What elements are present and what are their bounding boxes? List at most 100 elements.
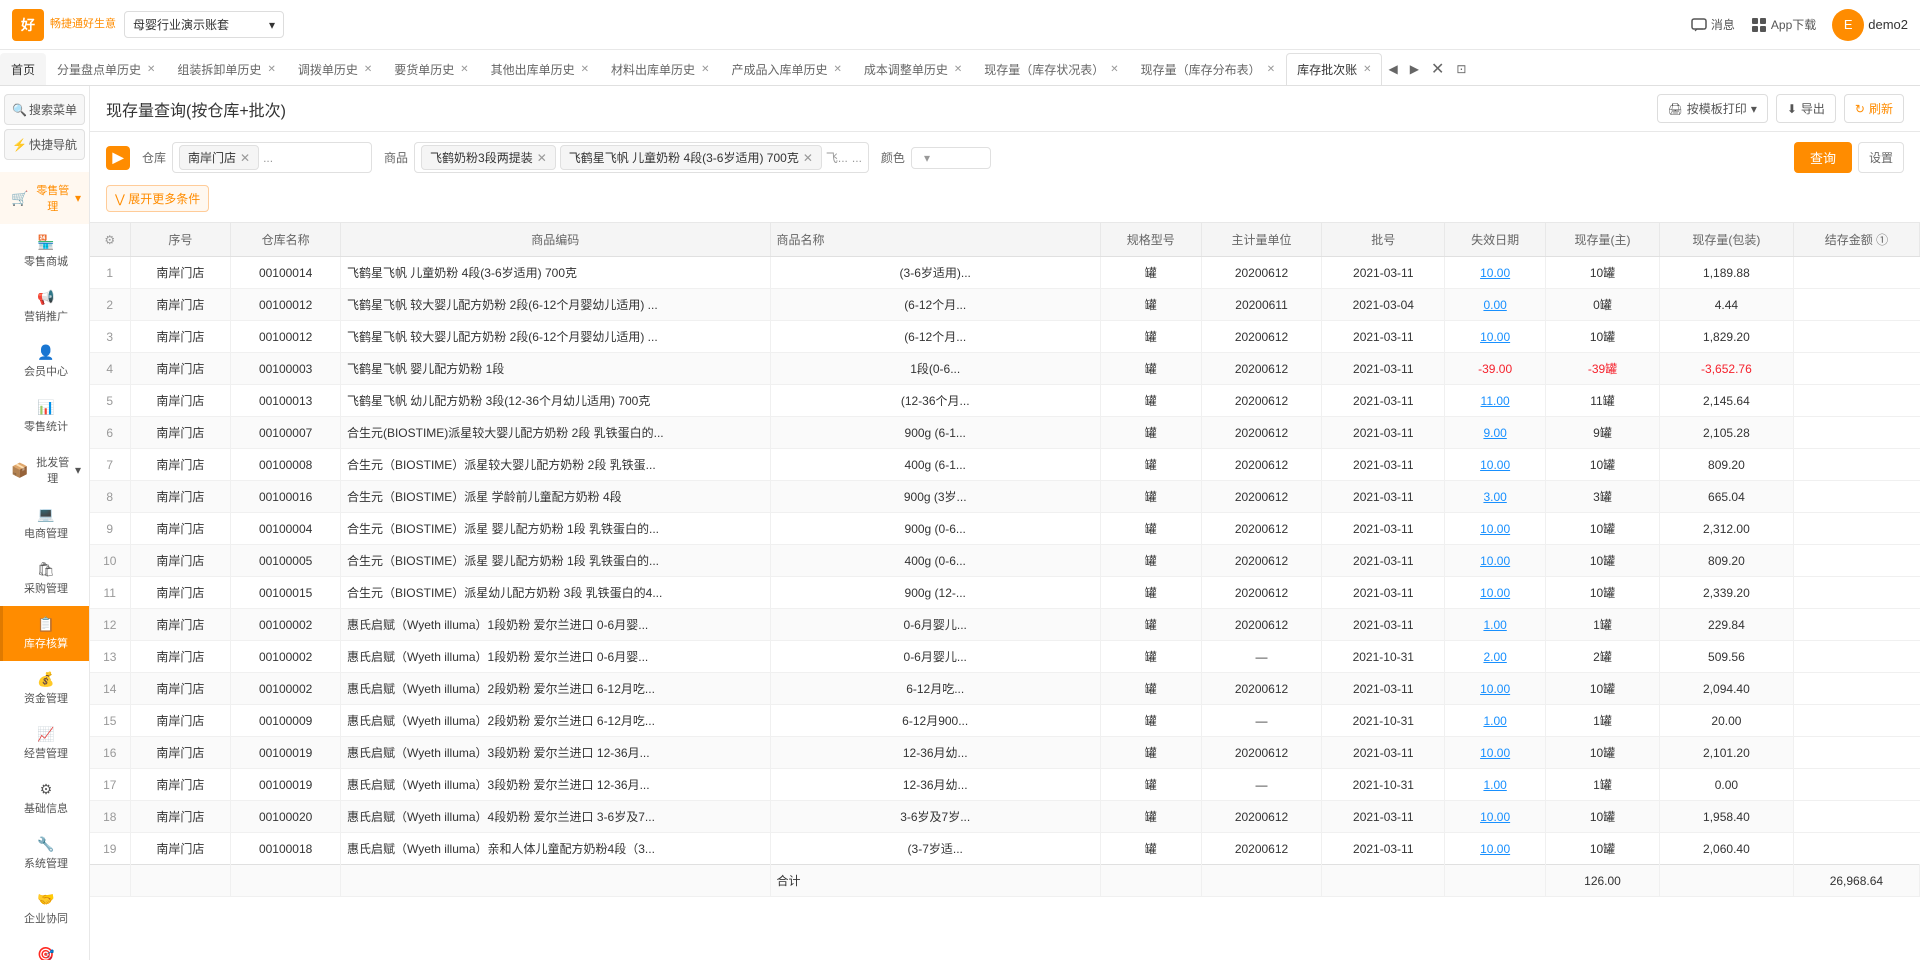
sidebar-item-enterprise[interactable]: 🤝 企业协同: [0, 881, 89, 936]
message-btn[interactable]: 消息: [1691, 16, 1735, 33]
cell-stock-main[interactable]: 1.00: [1445, 769, 1546, 801]
table-row: 5 南岸门店 00100013 飞鹤星飞帆 幼儿配方奶粉 3段(12-36个月幼…: [90, 385, 1920, 417]
tab-close-icon[interactable]: ✕: [267, 64, 275, 75]
cell-stock-main[interactable]: 10.00: [1445, 513, 1546, 545]
sidebar-item-retail-shop[interactable]: 🏪 零售商城: [0, 224, 89, 279]
template-print-btn[interactable]: 🖨 按模板打印 ▾: [1657, 94, 1768, 123]
tab-close-icon[interactable]: ✕: [1267, 64, 1275, 75]
warehouse-tag-close[interactable]: ✕: [240, 151, 250, 165]
tab-material-out[interactable]: 材料出库单历史 ✕: [600, 53, 720, 85]
expand-more-btn[interactable]: ⋁ 展开更多条件: [106, 185, 209, 212]
app-download-btn[interactable]: App下载: [1751, 16, 1816, 33]
quick-nav-label: 快捷导航: [29, 136, 77, 153]
sidebar-item-inventory[interactable]: 📋 库存核算: [0, 606, 89, 661]
cell-stock-main[interactable]: 3.00: [1445, 481, 1546, 513]
user-name: demo2: [1868, 17, 1908, 32]
cell-stock-main[interactable]: 10.00: [1445, 321, 1546, 353]
footer-total-stock: 126.00: [1546, 865, 1660, 897]
query-btn[interactable]: 查询: [1794, 142, 1852, 173]
footer-empty: [90, 865, 130, 897]
search-menu-btn[interactable]: 🔍 搜索菜单: [4, 94, 85, 125]
tab-close-icon[interactable]: ✕: [147, 64, 155, 75]
tab-close-icon[interactable]: ✕: [833, 64, 841, 75]
cell-stock-main[interactable]: 10.00: [1445, 801, 1546, 833]
cell-stock-main[interactable]: 10.00: [1445, 257, 1546, 289]
quick-nav-btn[interactable]: ⚡ 快捷导航: [4, 129, 85, 160]
cell-spec: 12-36月幼...: [770, 737, 1100, 769]
cell-stock-main[interactable]: 1.00: [1445, 705, 1546, 737]
cell-stock-main[interactable]: 10.00: [1445, 577, 1546, 609]
sidebar-item-guide[interactable]: 🎯 新手引导: [0, 936, 89, 960]
cell-stock-main[interactable]: 11.00: [1445, 385, 1546, 417]
cell-stock-main[interactable]: 10.00: [1445, 449, 1546, 481]
tab-batch[interactable]: 库存批次账 ✕: [1286, 53, 1382, 85]
sidebar-item-system[interactable]: 🔧 系统管理: [0, 826, 89, 881]
table-row: 11 南岸门店 00100015 合生元（BIOSTIME）派星幼儿配方奶粉 3…: [90, 577, 1920, 609]
tab-close-icon[interactable]: ✕: [581, 64, 589, 75]
sidebar-item-ecommerce[interactable]: 💻 电商管理: [0, 496, 89, 551]
setting-btn[interactable]: 设置: [1858, 142, 1904, 173]
sidebar-item-operations[interactable]: 📈 经营管理: [0, 716, 89, 771]
tab-close-icon[interactable]: ✕: [364, 64, 372, 75]
user-area[interactable]: E demo2: [1832, 9, 1908, 41]
tab-home[interactable]: 首页: [0, 53, 46, 85]
cell-stock-main[interactable]: -39.00: [1445, 353, 1546, 385]
message-icon: [1691, 17, 1707, 33]
color-select[interactable]: ▾: [911, 147, 991, 169]
tab-cost-adjust[interactable]: 成本调整单历史 ✕: [853, 53, 973, 85]
cell-stock-main[interactable]: 0.00: [1445, 289, 1546, 321]
tab-label: 其他出库单历史: [491, 61, 575, 78]
cell-spec: (3-6岁适用)...: [770, 257, 1100, 289]
tab-maximize-btn[interactable]: ⊡: [1450, 53, 1472, 85]
sidebar-item-retail-mgmt[interactable]: 🛒 零售管理 ▾: [0, 172, 89, 224]
cell-spec: 900g (6-1...: [770, 417, 1100, 449]
cell-stock-main[interactable]: 10.00: [1445, 673, 1546, 705]
col-setting[interactable]: ⚙: [90, 223, 130, 257]
tab-close-icon[interactable]: ✕: [1110, 64, 1118, 75]
cell-stock-main[interactable]: 10.00: [1445, 833, 1546, 865]
refresh-btn[interactable]: ↻ 刷新: [1844, 94, 1904, 123]
sidebar-item-basics[interactable]: ⚙ 基础信息: [0, 771, 89, 826]
cell-stock-main[interactable]: 2.00: [1445, 641, 1546, 673]
cell-stock-main[interactable]: 9.00: [1445, 417, 1546, 449]
sidebar-item-member[interactable]: 👤 会员中心: [0, 334, 89, 389]
sidebar-item-purchase[interactable]: 🛍 采购管理: [0, 551, 89, 606]
tab-other-out[interactable]: 其他出库单历史 ✕: [480, 53, 600, 85]
cell-stock-main[interactable]: 10.00: [1445, 737, 1546, 769]
breadcrumb-select[interactable]: 母婴行业演示账套 ▾: [124, 11, 284, 38]
filter-expand-btn[interactable]: ▶: [106, 146, 130, 170]
tab-prev-btn[interactable]: ◀: [1382, 53, 1403, 85]
setting-col-icon[interactable]: ⚙: [104, 233, 115, 247]
tab-next-btn[interactable]: ▶: [1404, 53, 1425, 85]
sidebar-item-retail-stats[interactable]: 📊 零售统计: [0, 389, 89, 444]
export-btn[interactable]: ⬇ 导出: [1776, 94, 1836, 123]
cell-name: 惠氏启赋（Wyeth illuma）亲和人体儿童配方奶粉4段（3...: [340, 833, 770, 865]
tab-close-icon[interactable]: ✕: [1363, 64, 1371, 75]
tab-want-goods[interactable]: 要货单历史 ✕: [383, 53, 479, 85]
col-stock-main: 现存量(主): [1546, 223, 1660, 257]
warehouse-input[interactable]: 南岸门店 ✕ ...: [172, 142, 372, 173]
cell-balance: 1,829.20: [1660, 321, 1794, 353]
product-tag-2-close[interactable]: ✕: [803, 151, 813, 165]
cell-stock-main[interactable]: 10.00: [1445, 545, 1546, 577]
cell-stock-main[interactable]: 1.00: [1445, 609, 1546, 641]
tab-close-icon[interactable]: ✕: [460, 64, 468, 75]
tab-close-icon[interactable]: ✕: [954, 64, 962, 75]
tab-disassemble[interactable]: 组装拆卸单历史 ✕: [166, 53, 286, 85]
tab-stock-status[interactable]: 现存量（库存状况表） ✕: [973, 53, 1129, 85]
content-area: 现存量查询(按仓库+批次) 🖨 按模板打印 ▾ ⬇ 导出 ↻ 刷新: [90, 86, 1920, 960]
tab-transfer[interactable]: 调拨单历史 ✕: [287, 53, 383, 85]
sidebar-item-finance[interactable]: 💰 资金管理: [0, 661, 89, 716]
tab-product-in[interactable]: 产成品入库单历史 ✕: [720, 53, 852, 85]
tab-split-inventory[interactable]: 分量盘点单历史 ✕: [46, 53, 166, 85]
sidebar-item-wholesale[interactable]: 📦 批发管理 ▾: [0, 444, 89, 496]
product-tag-1-close[interactable]: ✕: [537, 151, 547, 165]
product-input[interactable]: 飞鹤奶粉3段两提装 ✕ 飞鹤星飞帆 儿童奶粉 4段(3-6岁适用) 700克 ✕…: [414, 142, 869, 173]
table-row: 6 南岸门店 00100007 合生元(BIOSTIME)派星较大婴儿配方奶粉 …: [90, 417, 1920, 449]
sidebar-item-marketing[interactable]: 📢 营销推广: [0, 279, 89, 334]
cell-stock-pkg: 10罐: [1546, 513, 1660, 545]
tab-close-icon[interactable]: ✕: [701, 64, 709, 75]
tab-stock-dist[interactable]: 现存量（库存分布表） ✕: [1130, 53, 1286, 85]
cell-no: 11: [90, 577, 130, 609]
tab-close-all-btn[interactable]: ✕: [1425, 53, 1450, 85]
